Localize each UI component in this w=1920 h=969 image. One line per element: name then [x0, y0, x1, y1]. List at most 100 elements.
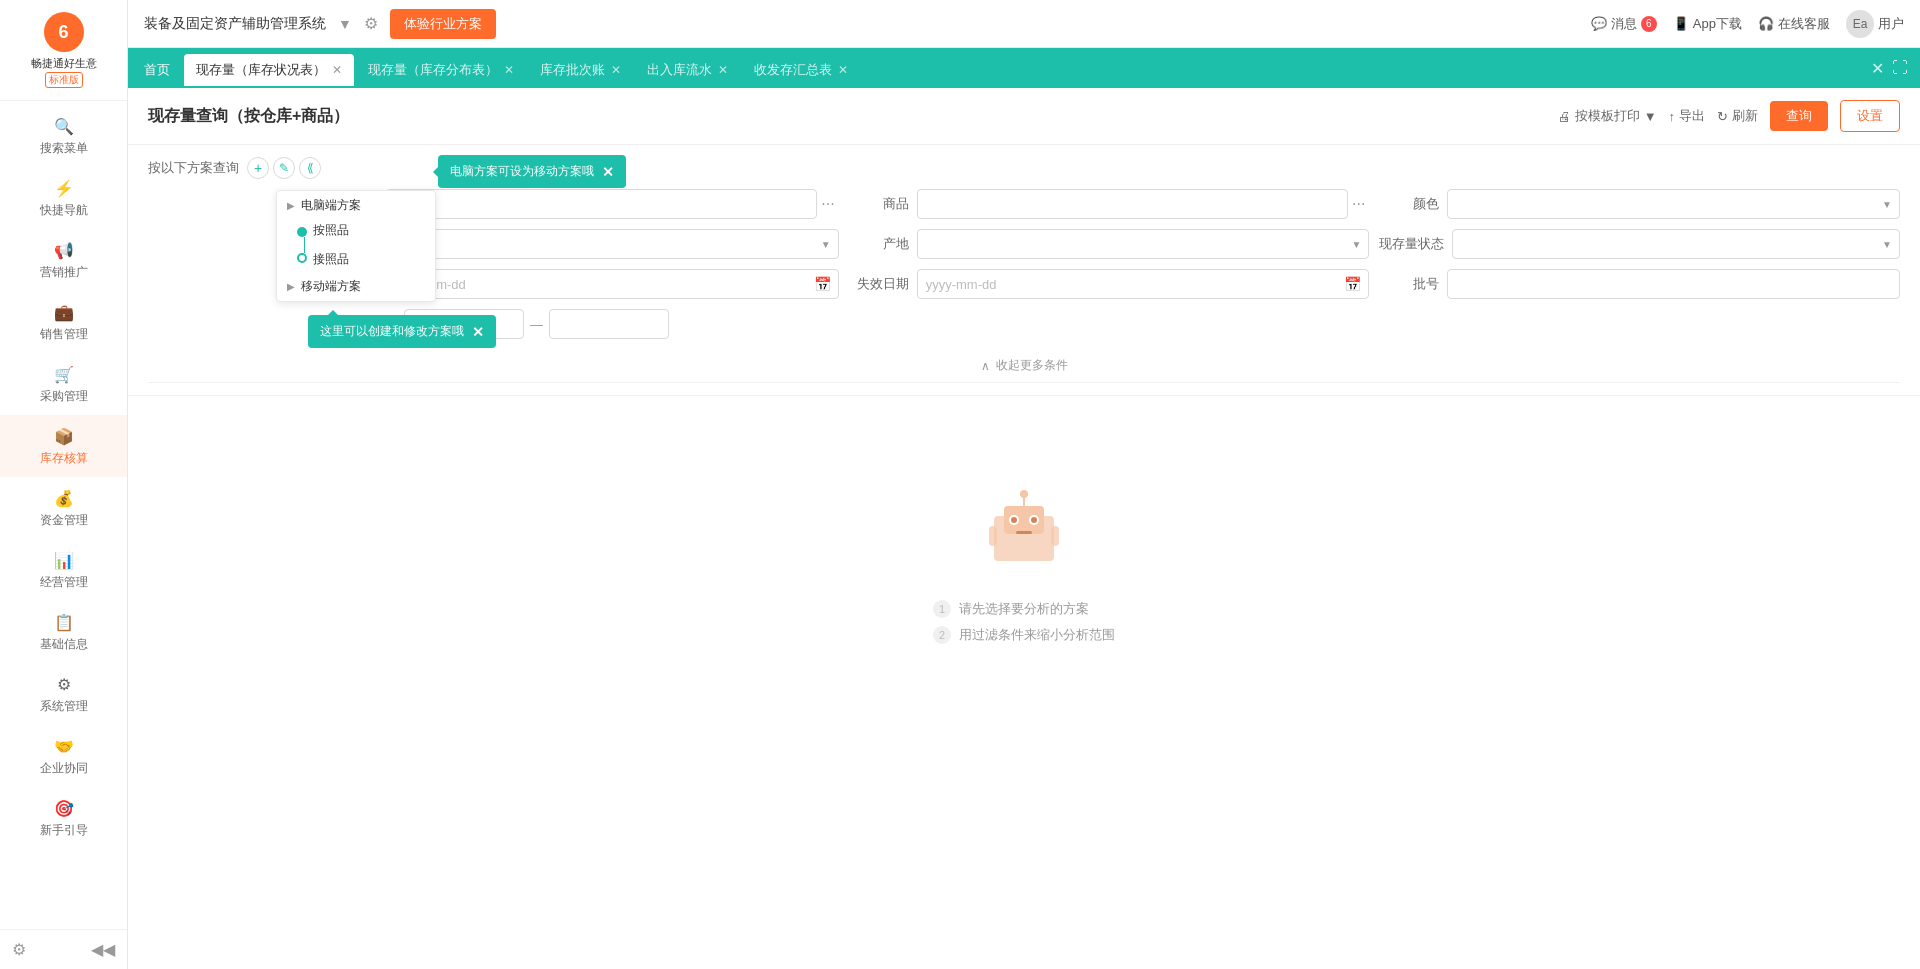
refresh-btn[interactable]: ↻ 刷新	[1717, 107, 1758, 125]
expire-date-input[interactable]	[917, 269, 1370, 299]
sidebar-label-operation: 经营管理	[40, 574, 88, 591]
sidebar-item-stock[interactable]: 📦 库存核算	[0, 415, 127, 477]
tab-stock-status-close[interactable]: ✕	[332, 63, 342, 77]
query-btn[interactable]: 查询	[1770, 101, 1828, 131]
empty-illustration	[974, 476, 1074, 576]
produce-date-input[interactable]	[386, 269, 839, 299]
money-icon: 💰	[53, 487, 75, 509]
sidebar-item-search[interactable]: 🔍 搜索菜单	[0, 105, 127, 167]
title-dropdown-icon[interactable]: ▼	[338, 16, 352, 32]
sidebar-item-finance[interactable]: 💰 资金管理	[0, 477, 127, 539]
add-scheme-btn[interactable]: +	[247, 157, 269, 179]
step-1-label: 请先选择要分析的方案	[959, 600, 1089, 618]
refresh-icon: ↻	[1717, 109, 1728, 124]
tab-bar-actions: ✕ ⛶	[1871, 59, 1916, 78]
settings-btn[interactable]: 设置	[1840, 100, 1900, 132]
goods-input[interactable]	[917, 189, 1348, 219]
online-service-item[interactable]: 🎧 在线客服	[1758, 15, 1830, 33]
tree-dot-empty	[297, 253, 307, 263]
tooltip-create-text: 这里可以创建和修改方案哦	[320, 323, 464, 340]
tooltip-create-close[interactable]: ✕	[472, 324, 484, 340]
tree-dot-line	[304, 237, 305, 253]
sidebar-item-guide[interactable]: 🎯 新手引导	[0, 787, 127, 849]
goods-label: 商品	[849, 195, 909, 213]
tab-stock-status[interactable]: 现存量（库存状况表） ✕	[184, 54, 354, 86]
sidebar-item-marketing[interactable]: 📢 营销推广	[0, 229, 127, 291]
tab-close-all-icon[interactable]: ✕	[1871, 59, 1884, 78]
tree-item-desktop[interactable]: ▶ 电脑端方案	[277, 191, 435, 220]
stock-qty-max-input[interactable]	[549, 309, 669, 339]
size-select[interactable]	[386, 229, 839, 259]
logo-icon: 6	[44, 12, 84, 52]
goods-dots-btn[interactable]: ···	[1348, 195, 1369, 213]
filter-actions: + ✎ ⟪	[247, 157, 321, 179]
tab-home-label: 首页	[144, 61, 170, 79]
sidebar-item-system[interactable]: ⚙ 系统管理	[0, 663, 127, 725]
collapse-btn[interactable]: ∧ 收起更多条件	[981, 357, 1068, 374]
export-btn[interactable]: ↑ 导出	[1669, 107, 1706, 125]
color-label: 颜色	[1379, 195, 1439, 213]
sidebar-item-basic[interactable]: 📋 基础信息	[0, 601, 127, 663]
sidebar-item-quick[interactable]: ⚡ 快捷导航	[0, 167, 127, 229]
tab-recv-summary-close[interactable]: ✕	[838, 63, 848, 77]
stock-qty-range: —	[404, 309, 1900, 339]
gear-icon: ⚙	[53, 673, 75, 695]
tooltip-scheme-close[interactable]: ✕	[602, 164, 614, 180]
tab-bar: 首页 现存量（库存状况表） ✕ 现存量（库存分布表） ✕ 库存批次账 ✕ 出入库…	[128, 48, 1920, 88]
sidebar-item-operation[interactable]: 📊 经营管理	[0, 539, 127, 601]
tab-stock-dist-close[interactable]: ✕	[504, 63, 514, 77]
tab-stock-status-label: 现存量（库存状况表）	[196, 61, 326, 79]
tab-inout-flow-close[interactable]: ✕	[718, 63, 728, 77]
sidebar-item-sales[interactable]: 💼 销售管理	[0, 291, 127, 353]
settings-footer-icon[interactable]: ⚙	[12, 940, 26, 959]
industry-btn[interactable]: 体验行业方案	[390, 9, 496, 39]
header-right: 💬 消息 6 📱 App下载 🎧 在线客服 Ea 用户	[1591, 10, 1904, 38]
origin-select[interactable]	[917, 229, 1370, 259]
color-select-wrap: ▼	[1447, 189, 1900, 219]
tab-stock-batch[interactable]: 库存批次账 ✕	[528, 54, 633, 86]
tab-stock-dist[interactable]: 现存量（库存分布表） ✕	[356, 54, 526, 86]
filter-field-origin: 产地 ▼	[849, 229, 1370, 259]
color-select[interactable]	[1447, 189, 1900, 219]
logo-area: 6 畅捷通好生意 标准版	[0, 0, 127, 101]
clipboard-icon: 📋	[53, 611, 75, 633]
phone-icon: 📱	[1673, 16, 1689, 31]
tab-inout-flow[interactable]: 出入库流水 ✕	[635, 54, 740, 86]
tab-stock-dist-label: 现存量（库存分布表）	[368, 61, 498, 79]
tab-recv-summary[interactable]: 收发存汇总表 ✕	[742, 54, 860, 86]
megaphone-icon: 📢	[53, 239, 75, 261]
print-btn[interactable]: 🖨 按模板打印 ▼	[1558, 107, 1657, 125]
chart-icon: 📊	[53, 549, 75, 571]
sidebar-item-collab[interactable]: 🤝 企业协同	[0, 725, 127, 787]
lightning-icon: ⚡	[53, 177, 75, 199]
guide-icon: 🎯	[53, 797, 75, 819]
stock-status-select[interactable]	[1452, 229, 1900, 259]
empty-step-2: 2 用过滤条件来缩小分析范围	[933, 626, 1115, 644]
origin-select-wrap: ▼	[917, 229, 1370, 259]
avatar: Ea	[1846, 10, 1874, 38]
app-download-item[interactable]: 📱 App下载	[1673, 15, 1742, 33]
chevron-up-icon: ∧	[981, 359, 990, 373]
sidebar-item-purchase[interactable]: 🛒 采购管理	[0, 353, 127, 415]
scheme-name2-label: 接照品	[313, 251, 349, 268]
tab-fullscreen-icon[interactable]: ⛶	[1892, 59, 1908, 77]
warehouse-input[interactable]	[386, 189, 817, 219]
edit-scheme-btn[interactable]: ✎	[273, 157, 295, 179]
back-scheme-btn[interactable]: ⟪	[299, 157, 321, 179]
header-settings-icon[interactable]: ⚙	[364, 14, 378, 33]
batch-input[interactable]	[1447, 269, 1900, 299]
filter-field-color: 颜色 ▼	[1379, 189, 1900, 219]
tree-item-mobile[interactable]: ▶ 移动端方案	[277, 272, 435, 301]
tab-stock-batch-close[interactable]: ✕	[611, 63, 621, 77]
message-item[interactable]: 💬 消息 6	[1591, 15, 1657, 33]
filter-area: 按以下方案查询 + ✎ ⟪ ▶ 电脑端方案	[128, 145, 1920, 396]
collapse-sidebar-icon[interactable]: ◀◀	[91, 940, 115, 959]
filter-header: 按以下方案查询 + ✎ ⟪	[148, 157, 1900, 179]
handshake-icon: 🤝	[53, 735, 75, 757]
user-item[interactable]: Ea 用户	[1846, 10, 1904, 38]
tab-home[interactable]: 首页	[132, 54, 182, 86]
warehouse-dots-btn[interactable]: ···	[817, 195, 838, 213]
scheme-name-label: 按照品	[313, 222, 349, 239]
desktop-scheme-label: 电脑端方案	[301, 197, 361, 214]
page-content: 现存量查询（按仓库+商品） 🖨 按模板打印 ▼ ↑ 导出 ↻ 刷新	[128, 88, 1920, 969]
